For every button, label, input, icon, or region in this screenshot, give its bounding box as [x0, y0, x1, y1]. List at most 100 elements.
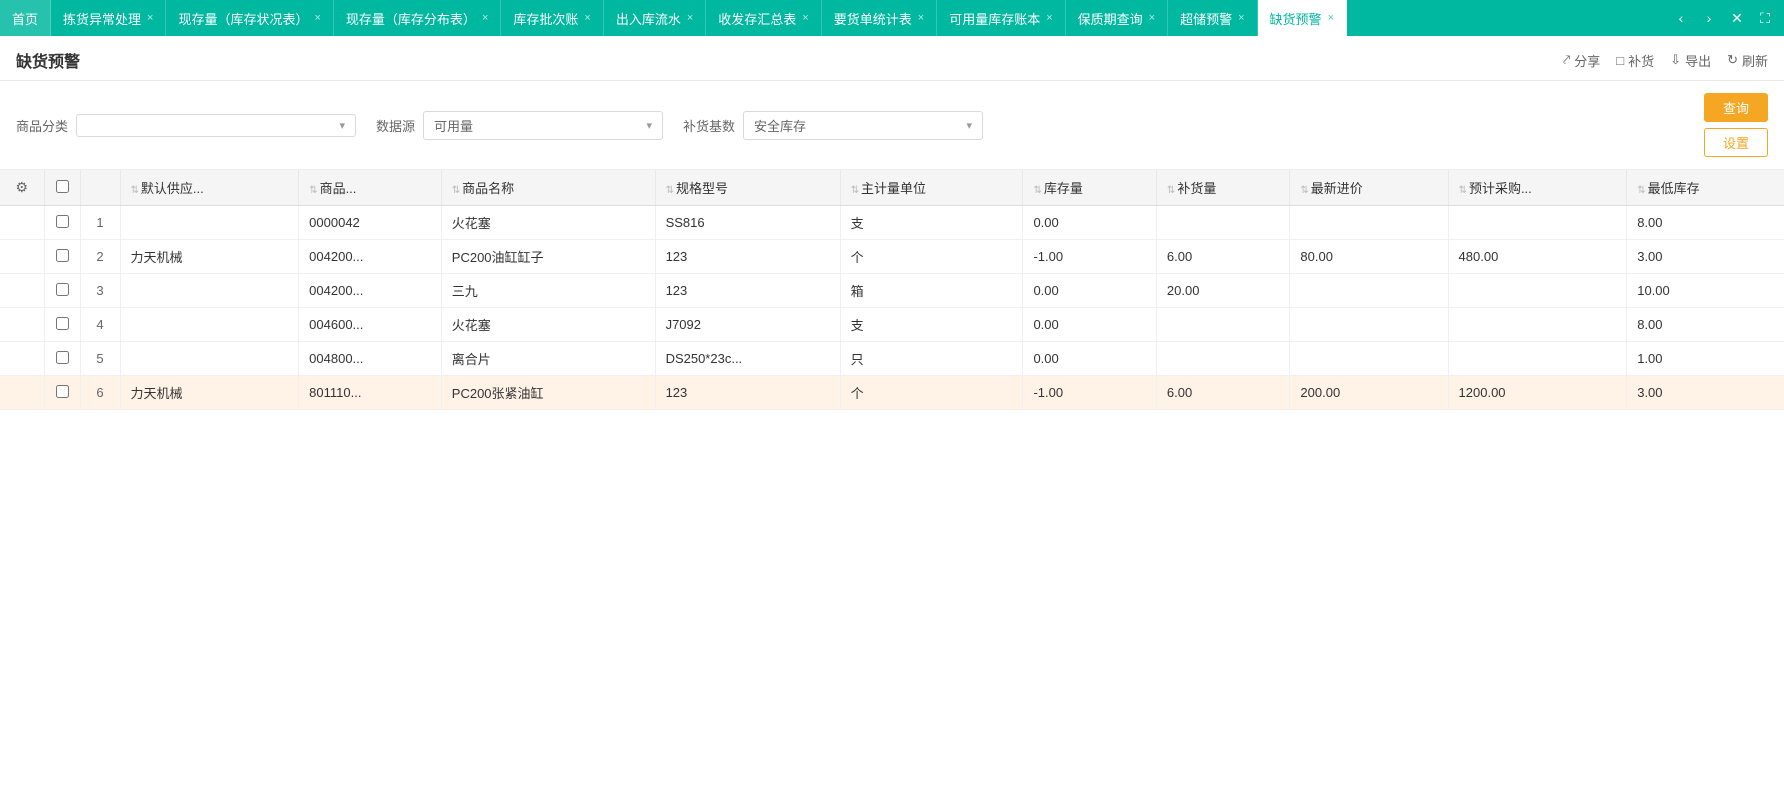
nav-tab-inout-flow[interactable]: 出入库流水× — [604, 0, 706, 36]
col-spec-header[interactable]: ⇅规格型号 — [655, 170, 840, 206]
settings-button[interactable]: 设置 — [1704, 128, 1768, 157]
row-check-4[interactable] — [44, 342, 80, 376]
nav-tab-home[interactable]: 首页 — [0, 0, 51, 36]
row-unit-2: 箱 — [840, 274, 1023, 308]
col-est-purchase-header[interactable]: ⇅预计采购... — [1448, 170, 1627, 206]
nav-tab-batch-account[interactable]: 库存批次账× — [501, 0, 603, 36]
col-stock-header[interactable]: ⇅库存量 — [1023, 170, 1156, 206]
col-code-header[interactable]: ⇅商品... — [299, 170, 442, 206]
nav-tab-close-demand-stat[interactable]: × — [918, 12, 924, 24]
col-supplier-header[interactable]: ⇅默认供应... — [120, 170, 299, 206]
select-all-checkbox[interactable] — [56, 180, 69, 193]
row-stock-3: 0.00 — [1023, 308, 1156, 342]
row-checkbox-1[interactable] — [56, 249, 69, 262]
nav-tab-close-abnormal[interactable]: × — [147, 12, 153, 24]
row-est-purchase-2 — [1448, 274, 1627, 308]
query-button[interactable]: 查询 — [1704, 93, 1768, 122]
row-est-purchase-5: 1200.00 — [1448, 376, 1627, 410]
table-row: 5 004800... 离合片 DS250*23c... 只 0.00 1.00 — [0, 342, 1784, 376]
category-arrow-icon: ▾ — [339, 119, 345, 132]
row-stock-4: 0.00 — [1023, 342, 1156, 376]
stock-sort-icon: ⇅ — [1033, 185, 1041, 196]
nav-tab-abnormal[interactable]: 拣货异常处理× — [51, 0, 166, 36]
nav-tab-inventory-status[interactable]: 现存量（库存状况表）× — [166, 0, 333, 36]
nav-tab-close-receive-summary[interactable]: × — [802, 12, 808, 24]
gear-icon[interactable]: ⚙ — [10, 179, 34, 196]
nav-tab-available-ledger[interactable]: 可用量库存账本× — [937, 0, 1065, 36]
nav-tab-expiry-query[interactable]: 保质期查询 × — [1066, 0, 1168, 36]
nav-close-btn[interactable]: ✕ — [1724, 5, 1750, 31]
page-header: 缺货预警 ⤤ 分享 □ 补货 ⇩ 导出 ↻ 刷新 — [0, 36, 1784, 81]
category-select[interactable]: ▾ — [76, 114, 356, 137]
col-min-stock-header[interactable]: ⇅最低库存 — [1627, 170, 1784, 206]
row-index-0: 1 — [80, 206, 120, 240]
nav-tab-close-overstock[interactable]: × — [1238, 12, 1244, 24]
col-latest-price-header[interactable]: ⇅最新进价 — [1290, 170, 1448, 206]
nav-tab-close-available-ledger[interactable]: × — [1046, 12, 1052, 24]
row-code-2: 004200... — [299, 274, 442, 308]
export-icon: ⇩ — [1670, 52, 1681, 68]
row-code-4: 004800... — [299, 342, 442, 376]
row-latest-price-4 — [1290, 342, 1448, 376]
nav-tab-close-inventory-status[interactable]: × — [314, 12, 320, 24]
nav-tab-shortage[interactable]: 缺货预警× — [1258, 0, 1347, 36]
row-checkbox-4[interactable] — [56, 351, 69, 364]
col-check-header[interactable] — [44, 170, 80, 206]
row-replenish-0 — [1156, 206, 1289, 240]
nav-tab-receive-summary[interactable]: 收发存汇总表× — [706, 0, 821, 36]
datasource-filter-group: 数据源 可用量 ▾ — [376, 111, 663, 140]
nav-tab-close-batch-account[interactable]: × — [584, 12, 590, 24]
nav-tab-inventory-dist[interactable]: 现存量（库存分布表）× — [334, 0, 501, 36]
col-gear-header[interactable]: ⚙ — [0, 170, 44, 206]
nav-prev-btn[interactable]: ‹ — [1668, 5, 1694, 31]
replenish-basis-filter-group: 补货基数 安全库存 ▾ — [683, 111, 983, 140]
row-gear-1 — [0, 240, 44, 274]
row-name-1: PC200油缸缸子 — [441, 240, 655, 274]
row-checkbox-5[interactable] — [56, 385, 69, 398]
col-name-header[interactable]: ⇅商品名称 — [441, 170, 655, 206]
row-spec-2: 123 — [655, 274, 840, 308]
row-gear-2 — [0, 274, 44, 308]
row-stock-0: 0.00 — [1023, 206, 1156, 240]
nav-tab-label: 保质期查询 — [1078, 9, 1143, 28]
row-checkbox-2[interactable] — [56, 283, 69, 296]
header-actions: ⤤ 分享 □ 补货 ⇩ 导出 ↻ 刷新 — [1563, 51, 1768, 70]
col-index-header — [80, 170, 120, 206]
row-stock-5: -1.00 — [1023, 376, 1156, 410]
row-check-1[interactable] — [44, 240, 80, 274]
row-check-0[interactable] — [44, 206, 80, 240]
row-min-stock-2: 10.00 — [1627, 274, 1784, 308]
nav-tab-close-shortage[interactable]: × — [1328, 12, 1334, 24]
filter-bar: 商品分类 ▾ 数据源 可用量 ▾ 补货基数 安全库存 ▾ 查询 设置 — [0, 81, 1784, 170]
replenish-basis-select[interactable]: 安全库存 ▾ — [743, 111, 983, 140]
table-header-row: ⚙ ⇅默认供应... ⇅商品... ⇅商品名称 ⇅规格型号 ⇅主计量单位 ⇅库存… — [0, 170, 1784, 206]
row-spec-5: 123 — [655, 376, 840, 410]
row-spec-3: J7092 — [655, 308, 840, 342]
row-check-5[interactable] — [44, 376, 80, 410]
row-unit-4: 只 — [840, 342, 1023, 376]
datasource-select[interactable]: 可用量 ▾ — [423, 111, 663, 140]
row-checkbox-0[interactable] — [56, 215, 69, 228]
row-checkbox-3[interactable] — [56, 317, 69, 330]
row-index-4: 5 — [80, 342, 120, 376]
row-name-3: 火花塞 — [441, 308, 655, 342]
replenish-action[interactable]: □ 补货 — [1616, 51, 1654, 70]
export-action[interactable]: ⇩ 导出 — [1670, 51, 1711, 70]
col-replenish-header[interactable]: ⇅补货量 — [1156, 170, 1289, 206]
row-check-3[interactable] — [44, 308, 80, 342]
refresh-action[interactable]: ↻ 刷新 — [1727, 51, 1768, 70]
nav-next-btn[interactable]: › — [1696, 5, 1722, 31]
nav-fullscreen-btn[interactable]: ⛶ — [1752, 5, 1778, 31]
nav-tab-demand-stat[interactable]: 要货单统计表× — [822, 0, 937, 36]
col-unit-header[interactable]: ⇅主计量单位 — [840, 170, 1023, 206]
nav-tab-close-inout-flow[interactable]: × — [687, 12, 693, 24]
nav-tab-close-expiry-query[interactable]: × — [1149, 12, 1155, 24]
row-check-2[interactable] — [44, 274, 80, 308]
row-spec-4: DS250*23c... — [655, 342, 840, 376]
filter-actions: 查询 设置 — [1704, 93, 1768, 157]
share-action[interactable]: ⤤ 分享 — [1563, 51, 1600, 70]
latest-price-sort-icon: ⇅ — [1300, 185, 1308, 196]
nav-tab-overstock[interactable]: 超储预警× — [1168, 0, 1257, 36]
nav-tab-close-inventory-dist[interactable]: × — [482, 12, 488, 24]
row-unit-3: 支 — [840, 308, 1023, 342]
